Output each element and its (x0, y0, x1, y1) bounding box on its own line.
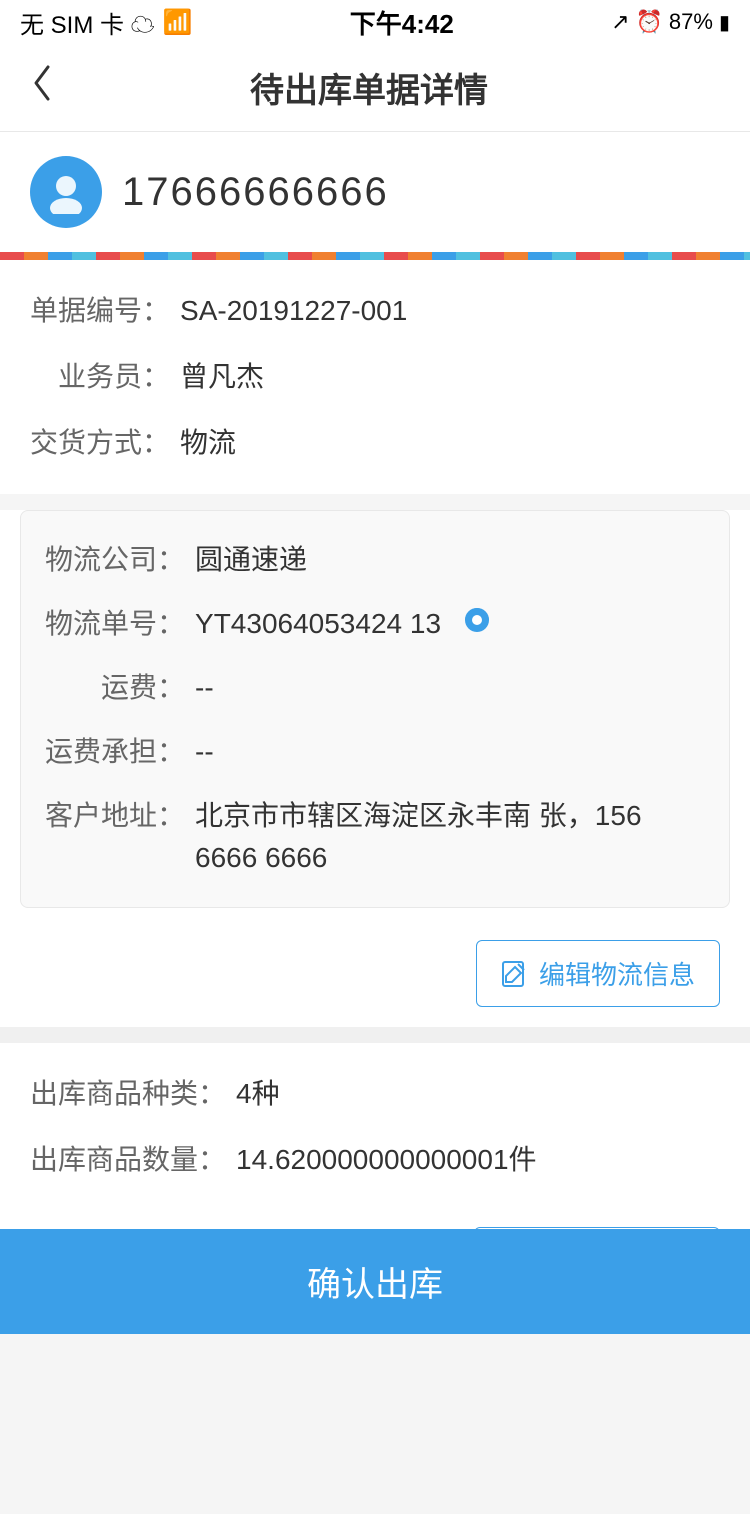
status-time: 下午4:42 (350, 4, 454, 41)
goods-types-value: 4种 (236, 1073, 720, 1115)
freight-bearer-label: 运费承担： (45, 731, 185, 773)
freight-label: 运费： (45, 667, 185, 709)
wifi-icon: 📶 (163, 8, 193, 37)
order-info-section: 单据编号： SA-20191227-001 业务员： 曾凡杰 交货方式： 物流 (0, 260, 750, 494)
page-title: 待出库单据详情 (74, 63, 664, 112)
sales-person-value: 曾凡杰 (180, 356, 720, 398)
goods-section: 出库商品种类： 4种 出库商品数量： 14.620000000000001件 (0, 1043, 750, 1211)
goods-types-row: 出库商品种类： 4种 (30, 1073, 720, 1115)
goods-types-label: 出库商品种类： (30, 1073, 226, 1115)
edit-icon (501, 960, 529, 988)
confirm-button[interactable]: 确认出库 (0, 1229, 750, 1334)
tracking-no-value: YT43064053424 13 (195, 603, 441, 645)
location-status-icon: ↗ (611, 9, 629, 35)
avatar (30, 156, 102, 228)
sim-status: 无 SIM 卡 ☁ (20, 5, 155, 40)
address-row: 客户地址： 北京市市辖区海淀区永丰南 张，156 6666 6666 (45, 795, 705, 879)
goods-quantity-label: 出库商品数量： (30, 1139, 226, 1181)
delivery-method-value: 物流 (180, 422, 720, 464)
tracking-no-value-row: YT43064053424 13 (195, 603, 705, 645)
status-right: ↗ ⏰ 87% ▮ (611, 9, 730, 35)
dashed-divider (0, 252, 750, 260)
freight-row: 运费： -- (45, 667, 705, 709)
logistics-company-label: 物流公司： (45, 539, 185, 581)
nav-bar: 待出库单据详情 (0, 44, 750, 132)
logistics-wrapper: 物流公司： 圆通速递 物流单号： YT43064053424 13 运费： --… (0, 510, 750, 1027)
sales-person-label: 业务员： (30, 356, 170, 398)
location-pin-icon (457, 604, 497, 644)
address-value: 北京市市辖区海淀区永丰南 张，156 6666 6666 (195, 795, 705, 879)
freight-bearer-row: 运费承担： -- (45, 731, 705, 773)
user-header: 17666666666 (0, 132, 750, 252)
status-bar: 无 SIM 卡 ☁ 📶 下午4:42 ↗ ⏰ 87% ▮ (0, 0, 750, 44)
address-label: 客户地址： (45, 795, 185, 837)
order-no-row: 单据编号： SA-20191227-001 (30, 290, 720, 332)
tracking-no-row: 物流单号： YT43064053424 13 (45, 603, 705, 645)
status-left: 无 SIM 卡 ☁ 📶 (20, 5, 193, 40)
edit-logistics-button[interactable]: 编辑物流信息 (476, 940, 720, 1007)
freight-bearer-value: -- (195, 731, 705, 773)
logistics-company-row: 物流公司： 圆通速递 (45, 539, 705, 581)
bottom-spacer (0, 1314, 750, 1514)
goods-quantity-row: 出库商品数量： 14.620000000000001件 (30, 1139, 720, 1181)
battery-level: 87% (669, 9, 713, 35)
tracking-no-label: 物流单号： (45, 603, 185, 645)
alarm-icon: ⏰ (636, 9, 663, 35)
freight-value: -- (195, 667, 705, 709)
order-no-label: 单据编号： (30, 290, 170, 332)
logistics-card: 物流公司： 圆通速递 物流单号： YT43064053424 13 运费： --… (20, 510, 730, 908)
goods-quantity-value: 14.620000000000001件 (236, 1139, 720, 1181)
sales-person-row: 业务员： 曾凡杰 (30, 356, 720, 398)
back-button[interactable] (30, 63, 54, 112)
confirm-button-label: 确认出库 (307, 1266, 443, 1304)
logistics-company-value: 圆通速递 (195, 539, 705, 581)
delivery-method-label: 交货方式： (30, 422, 170, 464)
delivery-method-row: 交货方式： 物流 (30, 422, 720, 464)
order-no-value: SA-20191227-001 (180, 290, 720, 332)
user-phone: 17666666666 (122, 170, 389, 215)
section-divider (0, 1027, 750, 1043)
edit-logistics-label: 编辑物流信息 (539, 955, 695, 992)
battery-icon: ▮ (719, 10, 730, 35)
edit-btn-row: 编辑物流信息 (0, 924, 750, 1027)
